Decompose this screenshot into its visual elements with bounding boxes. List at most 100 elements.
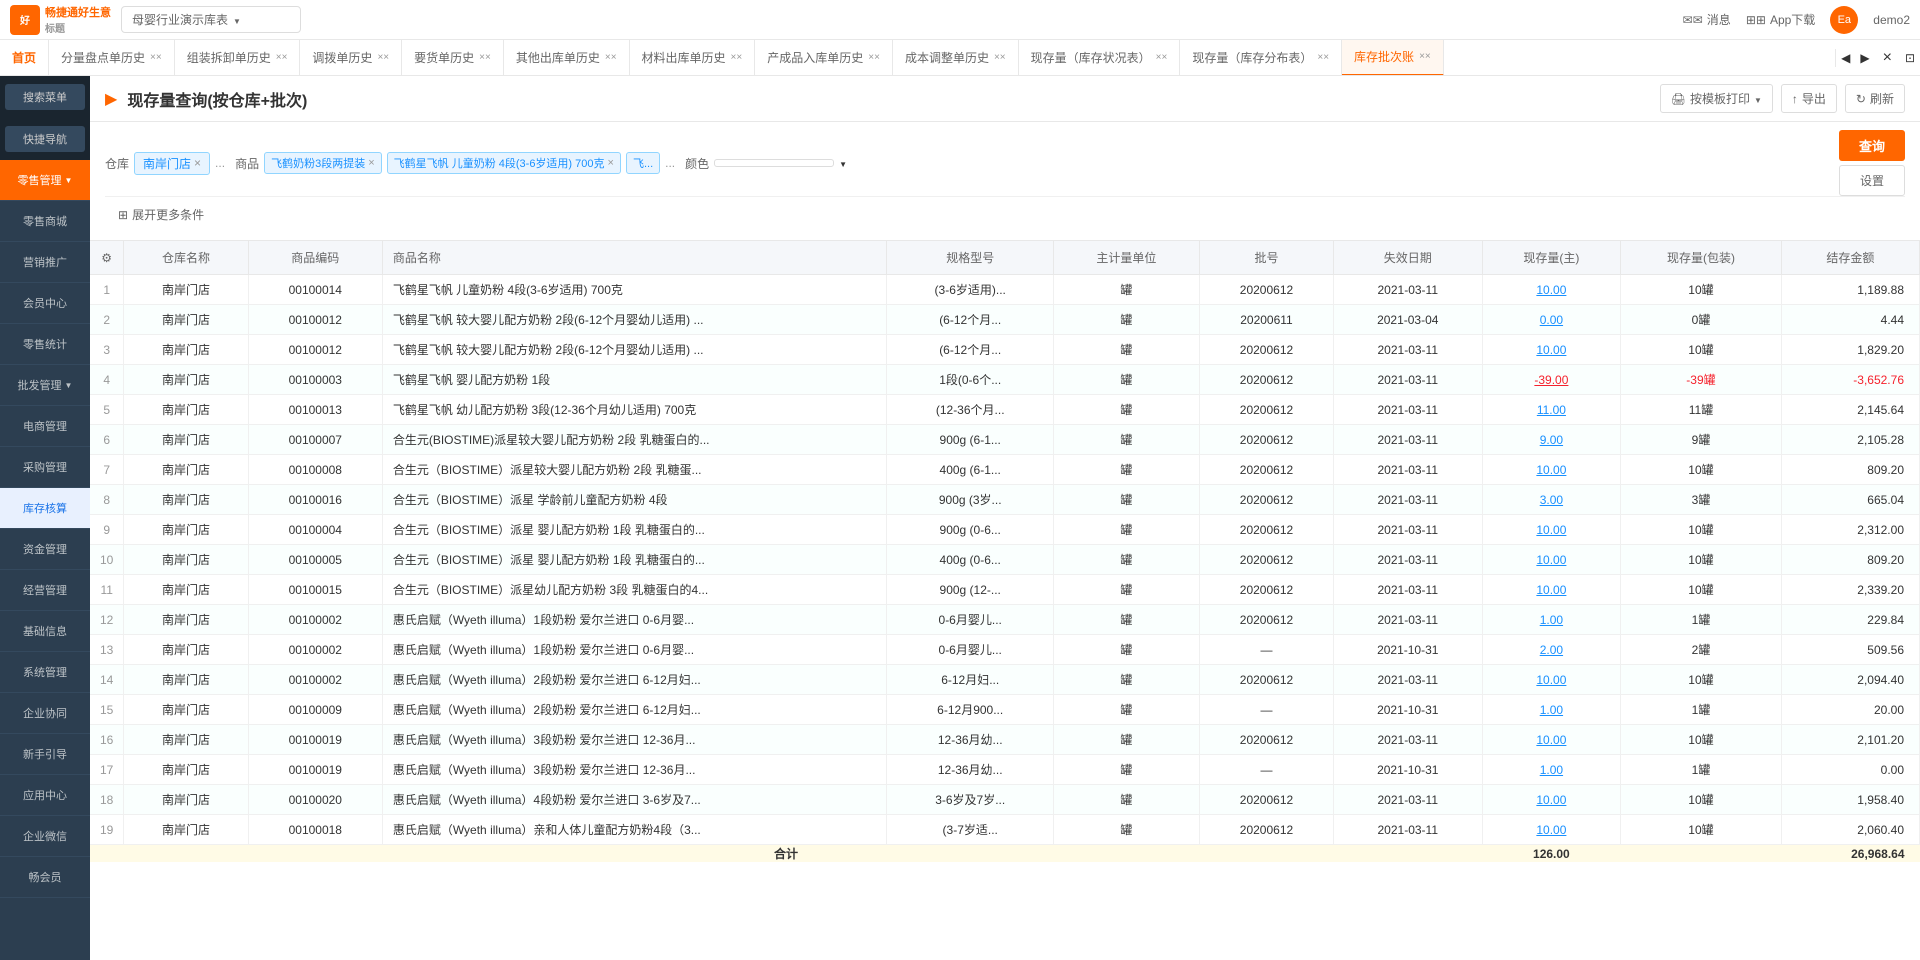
cell-amount: 2,060.40 (1781, 815, 1919, 845)
print-button[interactable]: 🖨 按模板打印 (1660, 84, 1773, 113)
cell-qty-main[interactable]: 1.00 (1482, 605, 1621, 635)
query-button[interactable]: 查询 (1839, 130, 1905, 161)
setting-button[interactable]: 设置 (1839, 165, 1905, 196)
cell-qty-main[interactable]: 1.00 (1482, 755, 1621, 785)
tab-other-out[interactable]: 其他出库单历史 × (504, 40, 630, 76)
sidebar-item-basics[interactable]: 基础信息 (0, 611, 90, 652)
tab-next-button[interactable]: ▶ (1855, 51, 1874, 65)
search-menu-button[interactable]: 搜索菜单 (5, 84, 85, 110)
cell-qty-main[interactable]: 10.00 (1482, 785, 1621, 815)
cell-qty-main[interactable]: 11.00 (1482, 395, 1621, 425)
sidebar-item-retail-mgmt[interactable]: 零售管理 ▼ (0, 160, 90, 201)
warehouse-filter-label: 仓库 (105, 155, 129, 172)
cell-batch: 20200612 (1199, 815, 1333, 845)
sidebar-item-operations[interactable]: 经营管理 (0, 570, 90, 611)
sidebar-item-marketing[interactable]: 营销推广 (0, 242, 90, 283)
tab-cost-close[interactable]: × (994, 52, 1006, 63)
tab-combo-close[interactable]: × (276, 52, 288, 63)
user-avatar[interactable]: Ea (1830, 6, 1858, 34)
tab-inv-status-close[interactable]: × (1156, 52, 1168, 63)
table-row: 2 南岸门店 00100012 飞鹤星飞帆 较大婴儿配方奶粉 2段(6-12个月… (90, 305, 1920, 335)
sidebar-item-system[interactable]: 系统管理 (0, 652, 90, 693)
org-selector[interactable]: 母婴行业演示库表 (121, 6, 301, 33)
sidebar-item-corp-wx[interactable]: 企业微信 (0, 816, 90, 857)
product-tag-1-remove[interactable]: × (368, 157, 374, 169)
sidebar-item-retail-shop[interactable]: 零售商城 (0, 201, 90, 242)
cell-qty-main[interactable]: 0.00 (1482, 305, 1621, 335)
cell-qty-main[interactable]: 3.00 (1482, 485, 1621, 515)
product-tag-3[interactable]: 飞... (626, 152, 660, 174)
tab-adjust[interactable]: 调拨单历史 × (300, 40, 402, 76)
table-row: 3 南岸门店 00100012 飞鹤星飞帆 较大婴儿配方奶粉 2段(6-12个月… (90, 335, 1920, 365)
tab-need-close[interactable]: × (479, 52, 491, 63)
cell-name: 惠氏启赋（Wyeth illuma）4段奶粉 爱尔兰进口 3-6岁及7... (382, 785, 887, 815)
sidebar-item-finance[interactable]: 资金管理 (0, 529, 90, 570)
tab-inv-dist[interactable]: 现存量（库存分布表） × (1180, 40, 1342, 76)
cell-qty-main[interactable]: 10.00 (1482, 515, 1621, 545)
cell-expire: 2021-03-04 (1334, 305, 1482, 335)
color-filter-input[interactable] (714, 159, 834, 167)
sidebar-item-member[interactable]: 会员中心 (0, 283, 90, 324)
expand-conditions-button[interactable]: ⊞ 展开更多条件 (110, 202, 212, 227)
cell-qty-pkg: 10罐 (1621, 545, 1781, 575)
tab-product-in-close[interactable]: × (868, 52, 880, 63)
product-tag-1[interactable]: 飞鹤奶粉3段两提装 × (264, 152, 382, 174)
tab-product-in[interactable]: 产成品入库单历史 × (755, 40, 893, 76)
tab-batch[interactable]: 库存批次账 × (1342, 40, 1444, 76)
tab-inv-dist-close[interactable]: × (1317, 52, 1329, 63)
cell-name: 惠氏启赋（Wyeth illuma）2段奶粉 爱尔兰进口 6-12月妇... (382, 665, 887, 695)
sidebar-item-retail-stats[interactable]: 零售统计 (0, 324, 90, 365)
cell-qty-main[interactable]: -39.00 (1482, 365, 1621, 395)
tab-prev-button[interactable]: ◀ (1836, 51, 1855, 65)
warehouse-filter-tag[interactable]: 南岸门店 × (134, 152, 210, 175)
tab-inv-status[interactable]: 现存量（库存状况表） × (1019, 40, 1181, 76)
tab-material-close[interactable]: × (731, 52, 743, 63)
cell-qty-main[interactable]: 10.00 (1482, 815, 1621, 845)
product-tag-2[interactable]: 飞鹤星飞帆 儿童奶粉 4段(3-6岁适用) 700克 × (387, 152, 621, 174)
sidebar-item-member2[interactable]: 畅会员 (0, 857, 90, 898)
cell-qty-main[interactable]: 10.00 (1482, 575, 1621, 605)
quick-nav-button[interactable]: 快捷导航 (5, 126, 85, 152)
cell-code: 00100007 (248, 425, 382, 455)
cell-warehouse: 南岸门店 (124, 605, 248, 635)
cell-qty-main[interactable]: 10.00 (1482, 725, 1621, 755)
cell-batch: 20200611 (1199, 305, 1333, 335)
tab-material[interactable]: 材料出库单历史 × (630, 40, 756, 76)
cell-name: 合生元(BIOSTIME)派星较大婴儿配方奶粉 2段 乳糖蛋白的... (382, 425, 887, 455)
tab-need[interactable]: 要货单历史 × (402, 40, 504, 76)
cell-qty-main[interactable]: 10.00 (1482, 275, 1621, 305)
tab-expand-button[interactable]: ⊡ (1900, 51, 1920, 65)
sidebar-item-apps[interactable]: 应用中心 (0, 775, 90, 816)
cell-qty-main[interactable]: 1.00 (1482, 695, 1621, 725)
tab-other-out-close[interactable]: × (605, 52, 617, 63)
tab-batch-close[interactable]: × (1419, 51, 1431, 62)
sidebar-item-purchase[interactable]: 采购管理 (0, 447, 90, 488)
sidebar-item-ecom[interactable]: 电商管理 (0, 406, 90, 447)
tab-close-all-button[interactable]: × (1875, 49, 1900, 67)
sidebar-item-guide[interactable]: 新手引导 (0, 734, 90, 775)
filter-area: 仓库 南岸门店 × ... 商品 飞鹤奶粉3段两提装 × 飞鹤星飞帆 儿童奶粉 … (90, 122, 1920, 241)
product-tag-2-remove[interactable]: × (608, 157, 614, 169)
cell-qty-main[interactable]: 10.00 (1482, 665, 1621, 695)
cell-qty-main[interactable]: 10.00 (1482, 335, 1621, 365)
export-button[interactable]: ↑ 导出 (1781, 84, 1837, 113)
refresh-button[interactable]: ↻ 刷新 (1845, 84, 1905, 113)
cell-qty-main[interactable]: 10.00 (1482, 545, 1621, 575)
sidebar-item-wholesale[interactable]: 批发管理 ▼ (0, 365, 90, 406)
expand-sidebar-icon[interactable]: ▶ (105, 89, 117, 109)
sidebar-item-enterprise[interactable]: 企业协同 (0, 693, 90, 734)
message-button[interactable]: ✉ 消息 (1683, 11, 1731, 28)
cell-qty-main[interactable]: 9.00 (1482, 425, 1621, 455)
warehouse-remove-icon[interactable]: × (194, 156, 201, 170)
cell-qty-main[interactable]: 2.00 (1482, 635, 1621, 665)
cell-qty-main[interactable]: 10.00 (1482, 455, 1621, 485)
tab-split-close[interactable]: × (150, 52, 162, 63)
tab-adjust-close[interactable]: × (377, 52, 389, 63)
app-download-button[interactable]: ⊞ App下载 (1746, 11, 1815, 28)
tab-home[interactable]: 首页 (0, 40, 49, 76)
tab-cost[interactable]: 成本调整单历史 × (893, 40, 1019, 76)
cell-no: 2 (90, 305, 124, 335)
sidebar-item-inventory[interactable]: 库存核算 (0, 488, 90, 529)
tab-split[interactable]: 分量盘点单历史 × (49, 40, 175, 76)
tab-combo[interactable]: 组装拆卸单历史 × (175, 40, 301, 76)
